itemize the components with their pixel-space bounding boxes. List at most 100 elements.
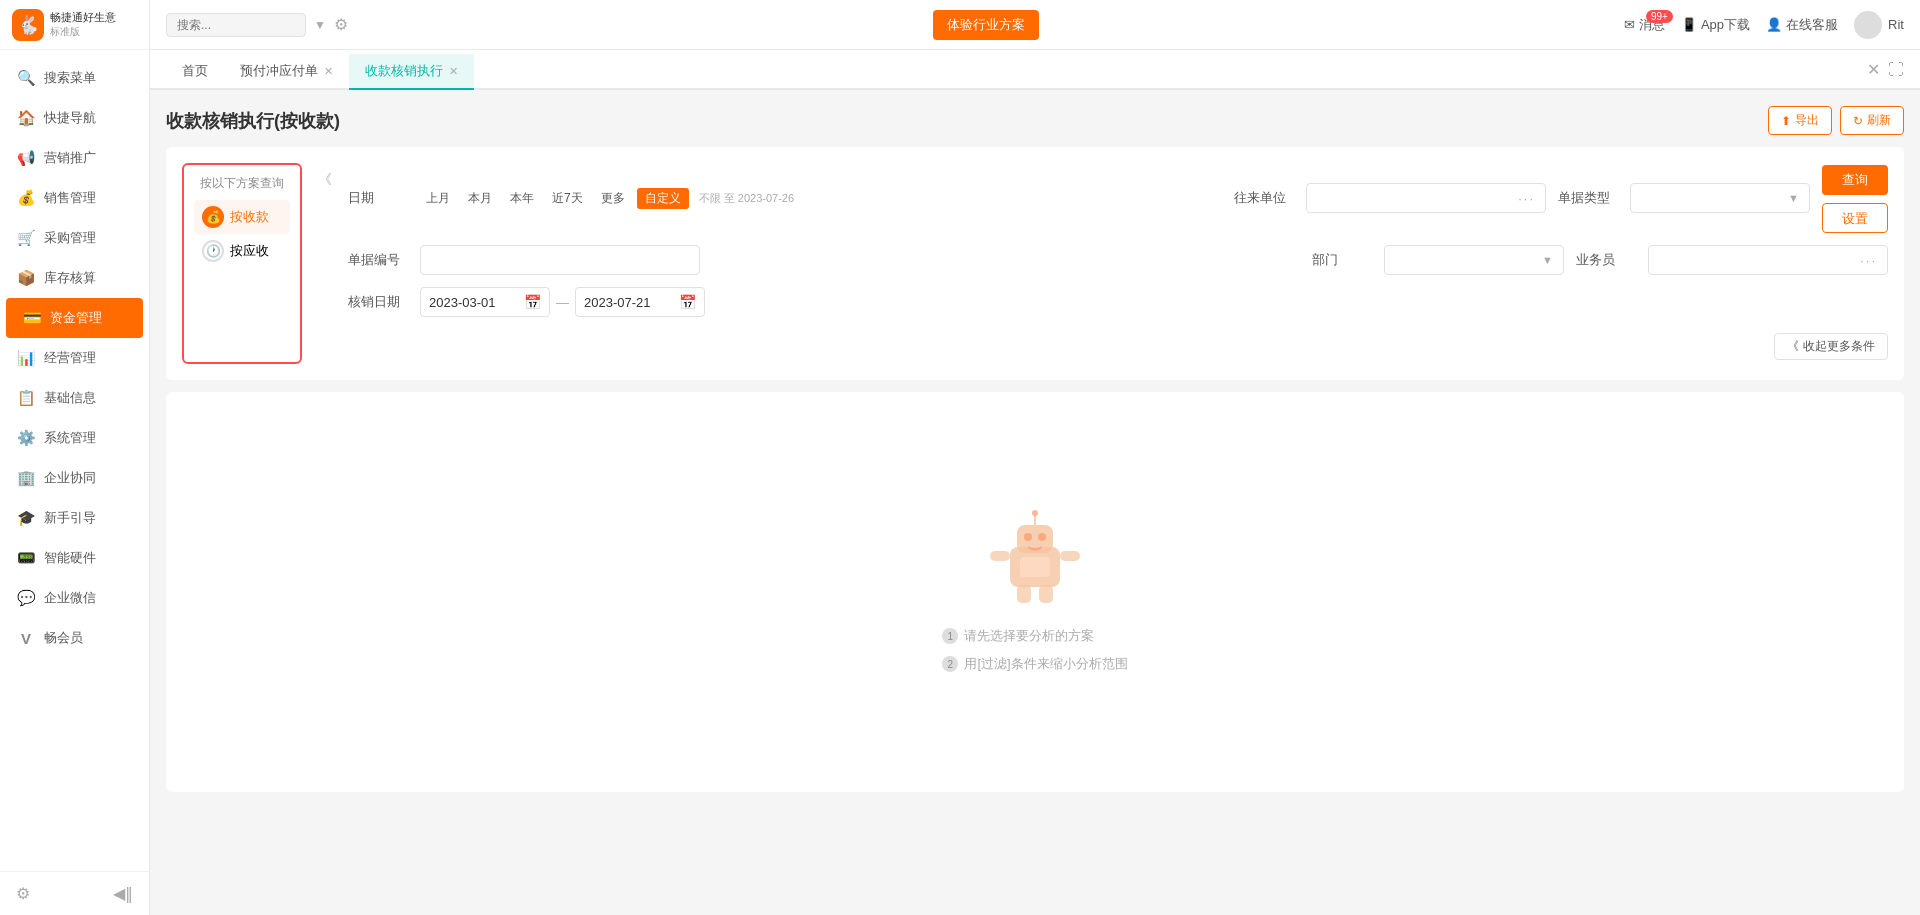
filter-option-receipt-label: 按收款 bbox=[230, 208, 269, 226]
counterpart-dots: ··· bbox=[1518, 191, 1535, 206]
app-download-btn[interactable]: 📱 App下载 bbox=[1681, 16, 1750, 34]
message-btn[interactable]: ✉ 消息 99+ bbox=[1624, 16, 1665, 34]
tab-bar: 首页 预付冲应付单 ✕ 收款核销执行 ✕ ✕ ⛶ bbox=[150, 50, 1920, 90]
tab-prepay[interactable]: 预付冲应付单 ✕ bbox=[224, 54, 349, 90]
verify-date-label: 核销日期 bbox=[348, 293, 408, 311]
settings-btn[interactable]: 设置 bbox=[1822, 203, 1888, 233]
tab-prepay-label: 预付冲应付单 bbox=[240, 62, 318, 80]
app-download-label: App下载 bbox=[1701, 16, 1750, 34]
sidebar-label-quick-nav: 快捷导航 bbox=[44, 109, 96, 127]
content-area: 收款核销执行(按收款) ⬆ 导出 ↻ 刷新 按以下方案查询 💰 按收款 bbox=[150, 90, 1920, 915]
top-bar: ▼ ⚙ 体验行业方案 ✉ 消息 99+ 📱 App下载 👤 在线客服 Rit bbox=[150, 0, 1920, 50]
salesperson-input[interactable]: ··· bbox=[1648, 245, 1888, 275]
quick-date-this-year[interactable]: 本年 bbox=[504, 188, 540, 209]
sidebar-item-marketing[interactable]: 📢 营销推广 bbox=[0, 138, 149, 178]
sidebar-label-wechat: 企业微信 bbox=[44, 589, 96, 607]
marketing-icon: 📢 bbox=[16, 148, 36, 168]
refresh-btn[interactable]: ↻ 刷新 bbox=[1840, 106, 1904, 135]
tab-home[interactable]: 首页 bbox=[166, 54, 224, 90]
date-separator: — bbox=[556, 295, 569, 310]
quick-dates: 上月 本月 本年 近7天 更多 自定义 不限 至 2023-07-26 bbox=[420, 188, 794, 209]
export-btn[interactable]: ⬆ 导出 bbox=[1768, 106, 1832, 135]
filter-row-1: 日期 上月 本月 本年 近7天 更多 自定义 不限 至 2023-07-26 bbox=[348, 163, 1888, 233]
doc-no-label: 单据编号 bbox=[348, 251, 408, 269]
quick-date-custom[interactable]: 自定义 bbox=[637, 188, 689, 209]
sidebar-item-system[interactable]: ⚙️ 系统管理 bbox=[0, 418, 149, 458]
tab-prepay-close[interactable]: ✕ bbox=[324, 65, 333, 78]
sidebar-item-sales[interactable]: 💰 销售管理 bbox=[0, 178, 149, 218]
svg-point-3 bbox=[1038, 533, 1046, 541]
verify-start-input[interactable]: 2023-03-01 📅 bbox=[420, 287, 550, 317]
salesperson-dots: ··· bbox=[1860, 253, 1877, 268]
operation-icon: 📊 bbox=[16, 348, 36, 368]
inventory-icon: 📦 bbox=[16, 268, 36, 288]
beginner-icon: 🎓 bbox=[16, 508, 36, 528]
doc-type-select[interactable]: ▼ bbox=[1630, 183, 1810, 213]
settings-gear-icon[interactable]: ⚙ bbox=[16, 884, 30, 903]
tab-expand-btn[interactable]: ⛶ bbox=[1888, 60, 1904, 79]
industry-btn[interactable]: 体验行业方案 bbox=[933, 10, 1039, 40]
sidebar-label-purchase: 采购管理 bbox=[44, 229, 96, 247]
service-btn[interactable]: 👤 在线客服 bbox=[1766, 16, 1838, 34]
step1-num: 1 bbox=[942, 628, 958, 644]
sidebar-item-quick-nav[interactable]: 🏠 快捷导航 bbox=[0, 98, 149, 138]
quick-date-this-month[interactable]: 本月 bbox=[462, 188, 498, 209]
sidebar-item-search-menu[interactable]: 🔍 搜索菜单 bbox=[0, 58, 149, 98]
empty-illustration bbox=[975, 507, 1095, 607]
app-logo: 🐇 畅捷通好生意 标准版 bbox=[0, 0, 149, 50]
sidebar-bottom: ⚙ ◀‖ bbox=[0, 871, 149, 915]
sidebar-item-operation[interactable]: 📊 经营管理 bbox=[0, 338, 149, 378]
sidebar-item-purchase[interactable]: 🛒 采购管理 bbox=[0, 218, 149, 258]
sidebar-item-smart-hw[interactable]: 📟 智能硬件 bbox=[0, 538, 149, 578]
sidebar-item-beginner[interactable]: 🎓 新手引导 bbox=[0, 498, 149, 538]
export-icon: ⬆ bbox=[1781, 114, 1791, 128]
dept-chevron-icon: ▼ bbox=[1542, 254, 1553, 266]
tab-receivable-close[interactable]: ✕ bbox=[449, 65, 458, 78]
sidebar: 🐇 畅捷通好生意 标准版 🔍 搜索菜单 🏠 快捷导航 📢 营销推广 💰 销售管理… bbox=[0, 0, 150, 915]
filter-row-2: 单据编号 部门 ▼ 业务员 ··· bbox=[348, 245, 1888, 275]
sidebar-label-smart-hw: 智能硬件 bbox=[44, 549, 96, 567]
main-area: ▼ ⚙ 体验行业方案 ✉ 消息 99+ 📱 App下载 👤 在线客服 Rit bbox=[150, 0, 1920, 915]
sidebar-item-enterprise[interactable]: 🏢 企业协同 bbox=[0, 458, 149, 498]
sidebar-item-wechat[interactable]: 💬 企业微信 bbox=[0, 578, 149, 618]
sidebar-label-operation: 经营管理 bbox=[44, 349, 96, 367]
export-label: 导出 bbox=[1795, 112, 1819, 129]
sidebar-label-enterprise: 企业协同 bbox=[44, 469, 96, 487]
query-btn[interactable]: 查询 bbox=[1822, 165, 1888, 195]
sidebar-label-sales: 销售管理 bbox=[44, 189, 96, 207]
dept-select[interactable]: ▼ bbox=[1384, 245, 1564, 275]
calendar-start-icon: 📅 bbox=[524, 294, 541, 310]
sidebar-item-capital[interactable]: 💳 资金管理 bbox=[6, 298, 143, 338]
step1-text: 请先选择要分析的方案 bbox=[964, 627, 1094, 645]
sidebar-item-basic-info[interactable]: 📋 基础信息 bbox=[0, 378, 149, 418]
doc-type-label: 单据类型 bbox=[1558, 189, 1618, 207]
quick-date-last-month[interactable]: 上月 bbox=[420, 188, 456, 209]
nav-list: 🔍 搜索菜单 🏠 快捷导航 📢 营销推广 💰 销售管理 🛒 采购管理 📦 库存核… bbox=[0, 50, 149, 871]
filter-option-by-receivable[interactable]: 🕐 按应收 bbox=[194, 234, 290, 268]
chevron-down-icon: ▼ bbox=[314, 18, 326, 32]
quick-date-7days[interactable]: 近7天 bbox=[546, 188, 589, 209]
tab-receivable[interactable]: 收款核销执行 ✕ bbox=[349, 54, 474, 90]
tab-close-btn[interactable]: ✕ bbox=[1867, 60, 1880, 79]
svg-point-2 bbox=[1024, 533, 1032, 541]
user-menu[interactable]: Rit bbox=[1854, 11, 1904, 39]
refresh-label: 刷新 bbox=[1867, 112, 1891, 129]
doc-no-input[interactable] bbox=[420, 245, 700, 275]
filter-collapse-btn[interactable]: 《 bbox=[314, 167, 336, 193]
sidebar-item-vip[interactable]: V 畅会员 bbox=[0, 618, 149, 658]
service-label: 在线客服 bbox=[1786, 16, 1838, 34]
filter-form: 日期 上月 本月 本年 近7天 更多 自定义 不限 至 2023-07-26 bbox=[348, 163, 1888, 364]
step2-num: 2 bbox=[942, 656, 958, 672]
sidebar-label-inventory: 库存核算 bbox=[44, 269, 96, 287]
filter-option-by-receipt[interactable]: 💰 按收款 bbox=[194, 200, 290, 234]
search-menu-icon: 🔍 bbox=[16, 68, 36, 88]
gear-icon[interactable]: ⚙ bbox=[334, 15, 348, 34]
verify-end-input[interactable]: 2023-07-21 📅 bbox=[575, 287, 705, 317]
more-conditions-btn[interactable]: 《 收起更多条件 bbox=[1774, 333, 1888, 360]
sidebar-collapse-icon[interactable]: ◀‖ bbox=[113, 884, 133, 903]
counterpart-input[interactable]: ··· bbox=[1306, 183, 1546, 213]
filter-sidebar: 按以下方案查询 💰 按收款 🕐 按应收 bbox=[182, 163, 302, 364]
search-input[interactable] bbox=[166, 13, 306, 37]
quick-date-more[interactable]: 更多 bbox=[595, 188, 631, 209]
sidebar-item-inventory[interactable]: 📦 库存核算 bbox=[0, 258, 149, 298]
